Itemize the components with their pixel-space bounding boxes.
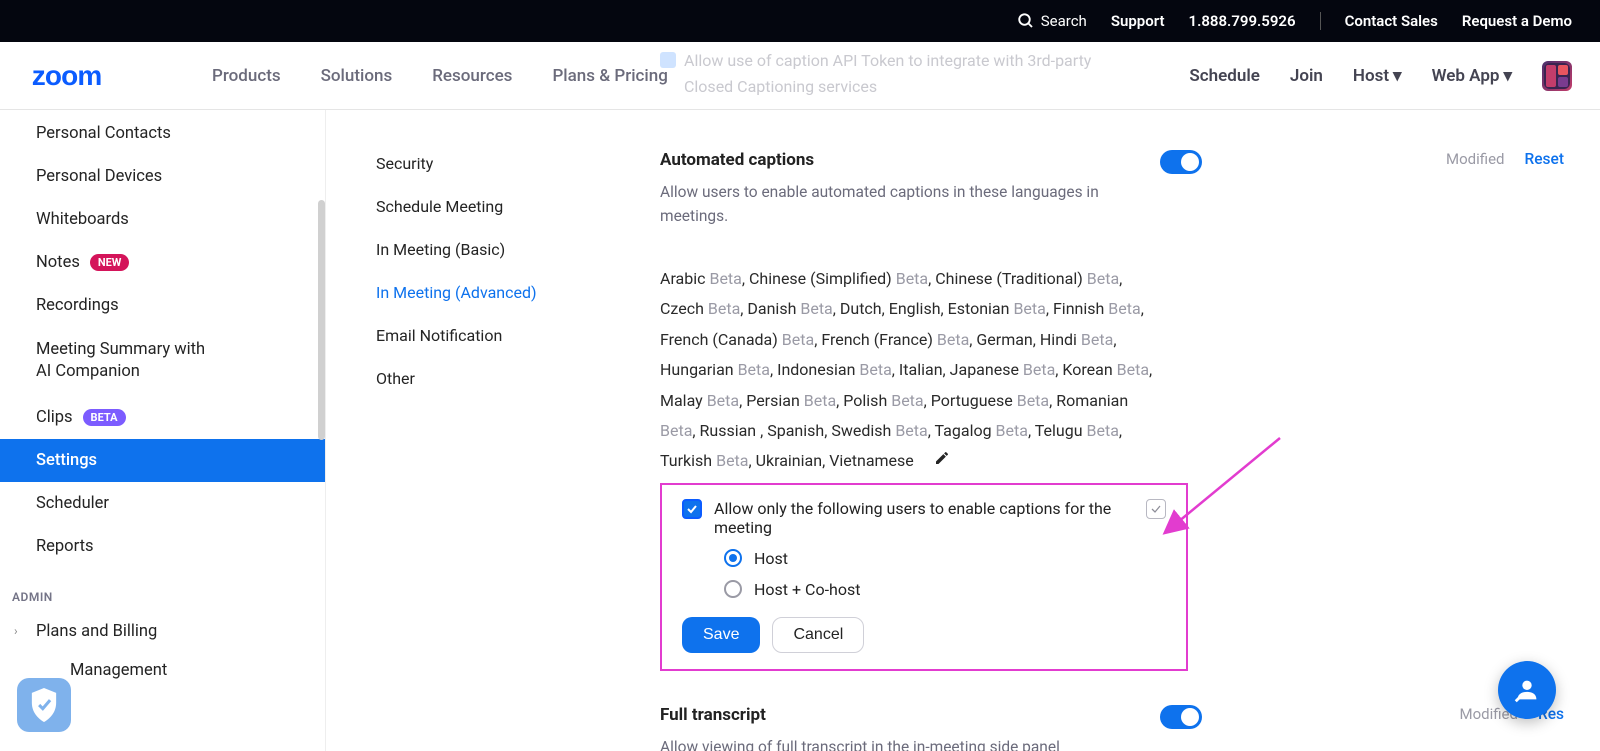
- nav-resources[interactable]: Resources: [432, 66, 512, 86]
- automated-captions-toggle[interactable]: [1160, 150, 1202, 174]
- sidebar-item-label: Plans and Billing: [36, 622, 157, 641]
- sidebar-item-scheduler[interactable]: Scheduler: [0, 482, 325, 525]
- chevron-down-icon: ▾: [1393, 66, 1402, 86]
- sidebar-item-label: Management: [70, 661, 167, 680]
- cancel-button[interactable]: Cancel: [772, 617, 864, 653]
- settings-section-email-notification[interactable]: Email Notification: [376, 314, 608, 357]
- search-icon: [1017, 12, 1035, 30]
- chevron-down-icon: ▾: [1503, 66, 1512, 86]
- sidebar-item-personal-devices[interactable]: Personal Devices: [0, 155, 325, 198]
- nav-web-app[interactable]: Web App▾: [1432, 66, 1512, 86]
- new-badge: NEW: [90, 254, 130, 271]
- request-demo-link[interactable]: Request a Demo: [1462, 12, 1572, 30]
- radio-host-label: Host: [754, 549, 788, 568]
- topbar-divider: [1320, 12, 1321, 30]
- setting-automated-captions: Automated captions Allow users to enable…: [660, 150, 1564, 228]
- settings-sections-nav: Security Schedule Meeting In Meeting (Ba…: [326, 110, 608, 751]
- setting-title: Automated captions: [660, 150, 1140, 170]
- allow-only-label: Allow only the following users to enable…: [714, 499, 1134, 537]
- chevron-right-icon: ›: [14, 624, 28, 638]
- nav-solutions[interactable]: Solutions: [321, 66, 393, 86]
- settings-section-in-meeting-basic[interactable]: In Meeting (Basic): [376, 228, 608, 271]
- nav-join[interactable]: Join: [1290, 66, 1323, 86]
- sidebar-item-settings[interactable]: Settings: [0, 439, 325, 482]
- main-nav: zoom Products Solutions Resources Plans …: [0, 42, 1600, 110]
- left-sidebar: Personal Contacts Personal Devices White…: [0, 110, 326, 751]
- shield-icon: [29, 688, 59, 722]
- zoom-logo[interactable]: zoom: [28, 62, 158, 90]
- radio-host[interactable]: [724, 549, 742, 567]
- setting-full-transcript: Full transcript Allow viewing of full tr…: [660, 705, 1564, 751]
- reset-mini-button[interactable]: [1146, 499, 1166, 519]
- search-label: Search: [1041, 12, 1087, 30]
- setting-description: Allow users to enable automated captions…: [660, 180, 1140, 228]
- app-grid-icon[interactable]: [1542, 61, 1572, 91]
- nav-schedule[interactable]: Schedule: [1189, 66, 1260, 86]
- settings-section-schedule-meeting[interactable]: Schedule Meeting: [376, 185, 608, 228]
- scrollbar-thumb[interactable]: [318, 200, 325, 440]
- allow-only-checkbox[interactable]: [682, 499, 702, 519]
- svg-text:zoom: zoom: [32, 62, 102, 90]
- nav-products[interactable]: Products: [212, 66, 281, 86]
- sidebar-item-label: Notes: [36, 253, 80, 272]
- privacy-shield-badge[interactable]: [17, 678, 71, 732]
- sidebar-item-meeting-summary[interactable]: Meeting Summary with AI Companion: [0, 327, 260, 396]
- phone-link[interactable]: 1.888.799.5926: [1189, 12, 1296, 30]
- sidebar-item-whiteboards[interactable]: Whiteboards: [0, 198, 325, 241]
- beta-badge: BETA: [83, 409, 126, 426]
- edit-languages-icon[interactable]: [934, 446, 950, 476]
- support-link[interactable]: Support: [1111, 12, 1165, 30]
- sidebar-item-notes[interactable]: Notes NEW: [0, 241, 325, 284]
- settings-section-in-meeting-advanced[interactable]: In Meeting (Advanced): [376, 271, 608, 314]
- chat-person-icon: [1512, 675, 1542, 705]
- setting-title: Full transcript: [660, 705, 1140, 725]
- settings-panel: Automated captions Allow users to enable…: [608, 110, 1600, 751]
- save-button[interactable]: Save: [682, 617, 760, 653]
- modified-label: Modified: [1446, 150, 1504, 168]
- full-transcript-toggle[interactable]: [1160, 705, 1202, 729]
- sidebar-item-plans-billing[interactable]: › Plans and Billing: [0, 612, 325, 651]
- radio-host-cohost-label: Host + Co-host: [754, 580, 860, 599]
- caption-languages-list: Arabic Beta, Chinese (Simplified) Beta, …: [660, 264, 1160, 477]
- nav-host[interactable]: Host▾: [1353, 66, 1402, 86]
- setting-description: Allow viewing of full transcript in the …: [660, 735, 1140, 751]
- sidebar-item-label: Clips: [36, 408, 73, 427]
- radio-host-cohost[interactable]: [724, 580, 742, 598]
- contact-sales-link[interactable]: Contact Sales: [1345, 12, 1438, 30]
- sidebar-item-recordings[interactable]: Recordings: [0, 284, 325, 327]
- settings-section-other[interactable]: Other: [376, 357, 608, 400]
- admin-heading: ADMIN: [0, 568, 325, 612]
- search-link[interactable]: Search: [1017, 12, 1087, 30]
- reset-link[interactable]: Reset: [1525, 150, 1565, 168]
- sidebar-item-reports[interactable]: Reports: [0, 525, 325, 568]
- settings-section-security[interactable]: Security: [376, 142, 608, 185]
- help-chat-button[interactable]: [1498, 661, 1556, 719]
- sidebar-item-personal-contacts[interactable]: Personal Contacts: [0, 112, 325, 155]
- allow-only-users-box: Allow only the following users to enable…: [660, 483, 1188, 671]
- utility-topbar: Search Support 1.888.799.5926 Contact Sa…: [0, 0, 1600, 42]
- sidebar-item-clips[interactable]: Clips BETA: [0, 396, 325, 439]
- nav-plans-pricing[interactable]: Plans & Pricing: [552, 66, 667, 86]
